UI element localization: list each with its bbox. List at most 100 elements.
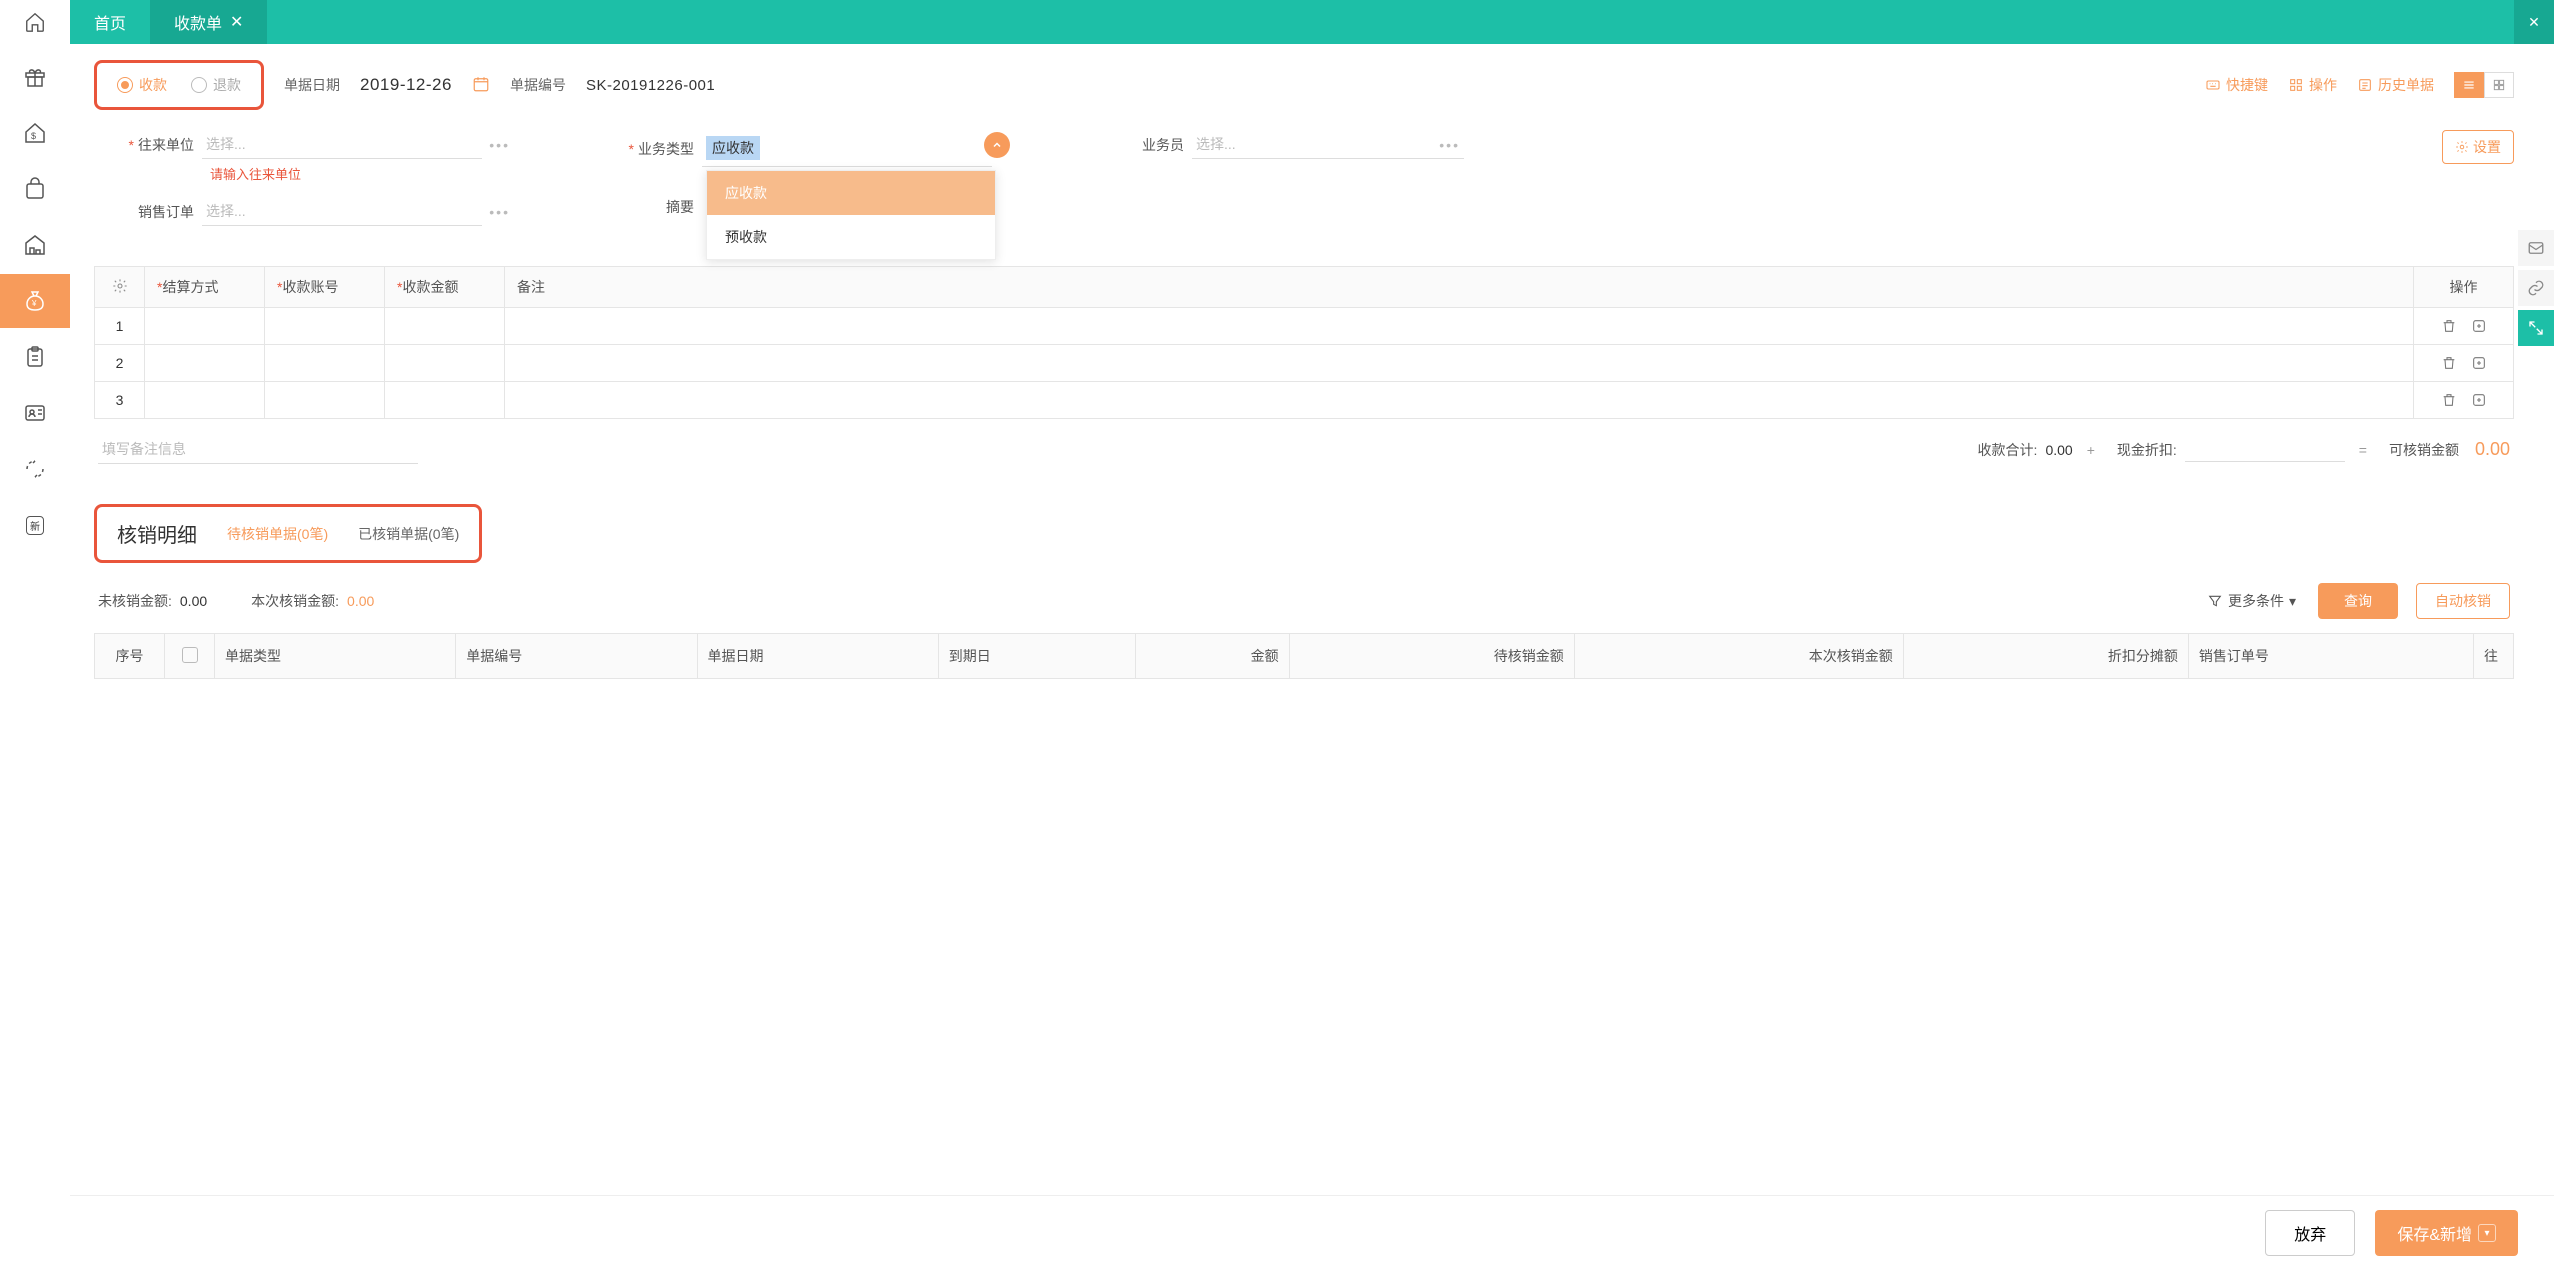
more-conditions-button[interactable]: 更多条件 ▾ [2207, 591, 2296, 611]
partner-input[interactable] [202, 130, 482, 159]
window-close-icon[interactable]: ✕ [2514, 0, 2554, 44]
wo-col-due: 到期日 [938, 634, 1135, 679]
total-label: 收款合计: [1978, 440, 2038, 460]
add-icon[interactable] [2471, 392, 2487, 408]
query-button[interactable]: 查询 [2318, 583, 2398, 619]
table-row[interactable]: 1 [95, 308, 2514, 345]
tab-receipt-label: 收款单 [174, 10, 222, 34]
radio-refund[interactable]: 退款 [191, 75, 241, 95]
nav-new-icon[interactable]: 新 [0, 498, 70, 552]
add-icon[interactable] [2471, 355, 2487, 371]
expand-icon[interactable] [2518, 310, 2554, 346]
footer-actions: 放弃 保存&新增 ▾ [70, 1195, 2554, 1270]
save-and-new-button[interactable]: 保存&新增 ▾ [2375, 1210, 2518, 1256]
radio-refund-label: 退款 [213, 75, 241, 95]
salesperson-input[interactable] [1192, 130, 1464, 159]
add-icon[interactable] [2471, 318, 2487, 334]
nav-gift-icon[interactable] [0, 50, 70, 104]
col-account: *收款账号 [265, 267, 385, 308]
chevron-up-icon[interactable] [984, 132, 1010, 158]
salesperson-label: 业务员 [1104, 135, 1184, 155]
view-grid-icon[interactable] [2484, 72, 2514, 98]
summary-label: 摘要 [614, 197, 694, 217]
tab-pending-writeoff[interactable]: 待核销单据(0笔) [227, 524, 328, 544]
wo-col-more: 往 [2474, 634, 2514, 679]
gear-column-icon[interactable] [95, 267, 145, 308]
biztype-dropdown: 应收款 预收款 [706, 170, 996, 260]
docno-label: 单据编号 [510, 75, 566, 95]
writeoff-amount-label: 可核销金额 [2389, 440, 2459, 460]
calendar-icon[interactable] [472, 75, 490, 96]
history-button[interactable]: 历史单据 [2357, 75, 2434, 95]
writeoff-title: 核销明细 [117, 519, 197, 548]
view-list-icon[interactable] [2454, 72, 2484, 98]
date-value[interactable]: 2019-12-26 [360, 75, 452, 95]
settings-button[interactable]: 设置 [2442, 130, 2514, 164]
wo-col-amount: 金额 [1136, 634, 1290, 679]
auto-writeoff-button[interactable]: 自动核销 [2416, 583, 2510, 619]
radio-receive[interactable]: 收款 [117, 75, 167, 95]
nav-warehouse-icon[interactable] [0, 218, 70, 272]
nav-contact-icon[interactable] [0, 386, 70, 440]
writeoff-amount-value: 0.00 [2475, 439, 2510, 460]
shortcut-button[interactable]: 快捷键 [2205, 75, 2268, 95]
message-icon[interactable] [2518, 230, 2554, 266]
nav-sync-icon[interactable] [0, 442, 70, 496]
tab-receipt[interactable]: 收款单 ✕ [150, 0, 267, 44]
writeoff-summary: 未核销金额: 0.00 本次核销金额: 0.00 更多条件 ▾ 查询 自动核销 [94, 563, 2514, 633]
col-action: 操作 [2414, 267, 2514, 308]
main-content: 收款 退款 单据日期 2019-12-26 单据编号 SK-20191226-0… [70, 44, 2554, 1270]
wo-col-disc: 折扣分摊额 [1903, 634, 2188, 679]
order-more-icon[interactable]: ••• [489, 204, 510, 220]
order-input[interactable] [202, 197, 482, 226]
biztype-label: 业务类型 [614, 139, 694, 159]
this-writeoff-value: 0.00 [347, 593, 374, 609]
delete-icon[interactable] [2441, 318, 2457, 334]
chevron-down-icon[interactable]: ▾ [2478, 1224, 2496, 1242]
wo-col-check[interactable] [165, 634, 215, 679]
partner-error: 请输入往来单位 [210, 164, 301, 183]
totals-row: 收款合计: 0.00 + 现金折扣: = 可核销金额 0.00 [94, 419, 2514, 480]
view-toggle [2454, 72, 2514, 98]
col-amount: *收款金额 [385, 267, 505, 308]
table-row[interactable]: 3 [95, 382, 2514, 419]
discount-label: 现金折扣: [2117, 440, 2177, 460]
tab-done-writeoff[interactable]: 已核销单据(0笔) [358, 524, 459, 544]
delete-icon[interactable] [2441, 355, 2457, 371]
partner-label: 往来单位 [114, 135, 194, 155]
home-icon-cell[interactable] [0, 0, 70, 44]
wo-col-no: 单据编号 [456, 634, 697, 679]
writeoff-table: 序号 单据类型 单据编号 单据日期 到期日 金额 待核销金额 本次核销金额 折扣… [94, 633, 2514, 679]
svg-text:$: $ [31, 131, 36, 141]
col-remark: 备注 [505, 267, 2414, 308]
top-tab-bar: 首页 收款单 ✕ ✕ [0, 0, 2554, 44]
date-label: 单据日期 [284, 75, 340, 95]
right-float-bar [2518, 230, 2554, 350]
delete-icon[interactable] [2441, 392, 2457, 408]
docno-value: SK-20191226-001 [586, 77, 715, 94]
operate-button[interactable]: 操作 [2288, 75, 2337, 95]
note-input[interactable] [98, 435, 418, 464]
receipt-type-radio-group: 收款 退款 [94, 60, 264, 110]
nav-bag-icon[interactable] [0, 162, 70, 216]
nav-clipboard-icon[interactable] [0, 330, 70, 384]
close-icon[interactable]: ✕ [230, 12, 243, 32]
unwriteoff-label: 未核销金额: [98, 591, 172, 611]
discount-input[interactable] [2185, 438, 2345, 462]
salesperson-more-icon[interactable]: ••• [1439, 137, 1460, 153]
dropdown-option-prepaid[interactable]: 预收款 [707, 215, 995, 259]
nav-house-money-icon[interactable]: $ [0, 106, 70, 160]
partner-more-icon[interactable]: ••• [489, 137, 510, 153]
table-row[interactable]: 2 [95, 345, 2514, 382]
tab-home[interactable]: 首页 [70, 0, 150, 44]
biztype-value[interactable]: 应收款 [706, 136, 760, 160]
dropdown-option-receivable[interactable]: 应收款 [707, 171, 995, 215]
wo-col-type: 单据类型 [215, 634, 456, 679]
col-method: *结算方式 [145, 267, 265, 308]
wo-col-order: 销售订单号 [2188, 634, 2473, 679]
link-icon[interactable] [2518, 270, 2554, 306]
discard-button[interactable]: 放弃 [2265, 1210, 2355, 1256]
nav-money-bag-icon[interactable]: ¥ [0, 274, 70, 328]
radio-icon [117, 77, 133, 93]
wo-col-this: 本次核销金额 [1574, 634, 1903, 679]
